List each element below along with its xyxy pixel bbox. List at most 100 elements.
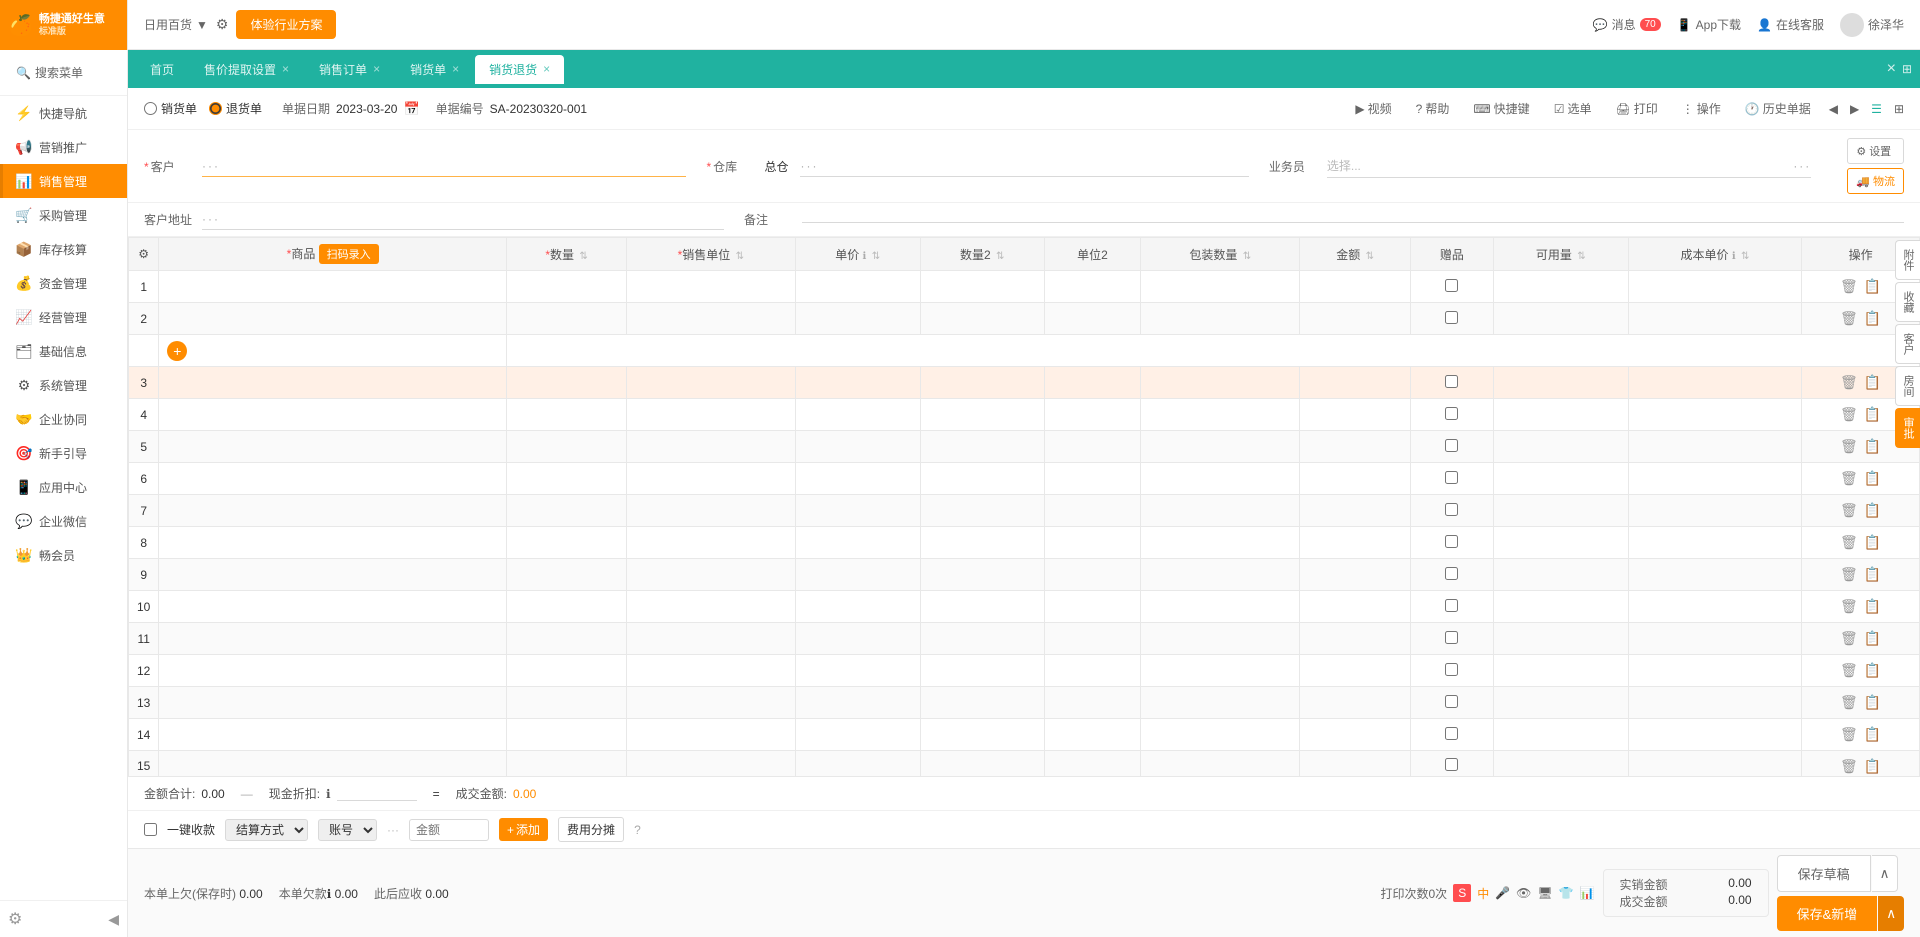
- cell-unit2-11[interactable]: [1044, 623, 1140, 655]
- grid-view-icon[interactable]: ⊞: [1894, 102, 1904, 116]
- cell-cost-12[interactable]: [1628, 655, 1802, 687]
- cell-price-13[interactable]: [795, 687, 920, 719]
- cell-product-3[interactable]: [159, 367, 507, 399]
- fee-split-button[interactable]: 费用分摊: [558, 817, 624, 842]
- cell-amount-4[interactable]: [1300, 399, 1411, 431]
- cost-info-icon[interactable]: ℹ: [1732, 251, 1736, 262]
- delete-row-5-icon[interactable]: 🗑: [1840, 438, 1858, 455]
- copy-row-15-icon[interactable]: 📋: [1864, 758, 1881, 775]
- logistics-button[interactable]: 🚚 物流: [1847, 168, 1904, 194]
- cell-unit-8[interactable]: [627, 527, 796, 559]
- toolbar-print[interactable]: 🖨 打印: [1609, 98, 1663, 119]
- amount-sort-icon[interactable]: ⇅: [1366, 251, 1374, 262]
- cell-unit2-3[interactable]: [1044, 367, 1140, 399]
- cell-price-15[interactable]: [795, 751, 920, 777]
- cell-unit2-9[interactable]: [1044, 559, 1140, 591]
- product-input-active[interactable]: [167, 376, 498, 390]
- cell-product-2[interactable]: [159, 303, 507, 335]
- delete-row-9-icon[interactable]: 🗑: [1840, 566, 1858, 583]
- nav-next-icon[interactable]: ▶: [1850, 102, 1859, 116]
- cell-cost-11[interactable]: [1628, 623, 1802, 655]
- cell-gift-8[interactable]: [1410, 527, 1493, 559]
- cell-qty-2[interactable]: [506, 303, 626, 335]
- note-input[interactable]: [802, 216, 1904, 223]
- copy-row-4-icon[interactable]: 📋: [1864, 406, 1881, 423]
- cell-product-8[interactable]: [159, 527, 507, 559]
- taskbar-icon-s[interactable]: S: [1453, 884, 1471, 902]
- cell-amount-1[interactable]: [1300, 271, 1411, 303]
- cell-gift-12[interactable]: [1410, 655, 1493, 687]
- cell-cost-13[interactable]: [1628, 687, 1802, 719]
- fee-help-icon[interactable]: ?: [634, 823, 641, 837]
- cell-cost-8[interactable]: [1628, 527, 1802, 559]
- toolbar-operate[interactable]: ⋮ 操作: [1676, 98, 1727, 119]
- cell-product-9[interactable]: [159, 559, 507, 591]
- cell-pack-13[interactable]: [1141, 687, 1300, 719]
- cell-gift-9[interactable]: [1410, 559, 1493, 591]
- gift-checkbox-3[interactable]: [1445, 375, 1458, 388]
- cell-product-15[interactable]: [159, 751, 507, 777]
- cell-available-12[interactable]: [1493, 655, 1628, 687]
- cell-qty2-3[interactable]: [920, 367, 1044, 399]
- cell-qty2-9[interactable]: [920, 559, 1044, 591]
- cell-cost-14[interactable]: [1628, 719, 1802, 751]
- cell-amount-14[interactable]: [1300, 719, 1411, 751]
- copy-row-2-icon[interactable]: 📋: [1864, 310, 1881, 327]
- staff-input[interactable]: 选择... ···: [1327, 154, 1811, 178]
- cell-gift-3[interactable]: [1410, 367, 1493, 399]
- copy-row-10-icon[interactable]: 📋: [1864, 598, 1881, 615]
- account-select[interactable]: 账号: [318, 819, 377, 841]
- calendar-icon[interactable]: 📅: [403, 101, 419, 117]
- sidebar-item-wechat[interactable]: 💬 企业微信: [0, 504, 127, 538]
- nav-dropdown[interactable]: 日用百货 ▼: [144, 16, 208, 33]
- cell-pack-7[interactable]: [1141, 495, 1300, 527]
- cell-price-9[interactable]: [795, 559, 920, 591]
- cell-unit-4[interactable]: [627, 399, 796, 431]
- cell-unit2-12[interactable]: [1044, 655, 1140, 687]
- cell-unit2-8[interactable]: [1044, 527, 1140, 559]
- delete-row-12-icon[interactable]: 🗑: [1840, 662, 1858, 679]
- discount-info-icon[interactable]: ℹ: [326, 787, 331, 801]
- gift-checkbox-8[interactable]: [1445, 535, 1458, 548]
- cell-amount-8[interactable]: [1300, 527, 1411, 559]
- cell-qty2-12[interactable]: [920, 655, 1044, 687]
- cell-qty2-8[interactable]: [920, 527, 1044, 559]
- cell-cost-3[interactable]: [1628, 367, 1802, 399]
- approve-panel-btn[interactable]: 审批: [1895, 408, 1920, 448]
- cell-unit2-10[interactable]: [1044, 591, 1140, 623]
- cell-qty-7[interactable]: [506, 495, 626, 527]
- cell-pack-3[interactable]: [1141, 367, 1300, 399]
- radio-sale-out[interactable]: 销货单: [144, 100, 197, 117]
- delete-row-4-icon[interactable]: 🗑: [1840, 406, 1858, 423]
- cell-qty-13[interactable]: [506, 687, 626, 719]
- cell-qty2-7[interactable]: [920, 495, 1044, 527]
- sidebar-item-member[interactable]: 👑 畅会员: [0, 538, 127, 572]
- app-download-button[interactable]: 📱 App下载: [1677, 16, 1741, 33]
- tab-sale-order[interactable]: 销售订单 ×: [305, 55, 394, 84]
- cell-amount-10[interactable]: [1300, 591, 1411, 623]
- sidebar-item-enterprise[interactable]: 🤝 企业协同: [0, 402, 127, 436]
- cell-amount-5[interactable]: [1300, 431, 1411, 463]
- cell-pack-1[interactable]: [1141, 271, 1300, 303]
- cell-amount-7[interactable]: [1300, 495, 1411, 527]
- cell-qty-10[interactable]: [506, 591, 626, 623]
- gift-checkbox-2[interactable]: [1445, 311, 1458, 324]
- attachment-panel-btn[interactable]: 附件: [1895, 240, 1920, 280]
- toolbar-history[interactable]: 🕐 历史单据: [1739, 98, 1817, 119]
- copy-row-6-icon[interactable]: 📋: [1864, 470, 1881, 487]
- online-service-button[interactable]: 👤 在线客服: [1757, 16, 1824, 33]
- cell-amount-2[interactable]: [1300, 303, 1411, 335]
- cell-amount-3[interactable]: [1300, 367, 1411, 399]
- taskbar-monitor-icon[interactable]: 🖥: [1537, 886, 1552, 900]
- gift-checkbox-1[interactable]: [1445, 279, 1458, 292]
- sidebar-item-purchase[interactable]: 🛒 采购管理: [0, 198, 127, 232]
- copy-row-11-icon[interactable]: 📋: [1864, 630, 1881, 647]
- cell-available-2[interactable]: [1493, 303, 1628, 335]
- cell-gift-4[interactable]: [1410, 399, 1493, 431]
- cell-price-12[interactable]: [795, 655, 920, 687]
- cell-pack-2[interactable]: [1141, 303, 1300, 335]
- cell-unit-15[interactable]: [627, 751, 796, 777]
- cell-unit-11[interactable]: [627, 623, 796, 655]
- cell-unit-6[interactable]: [627, 463, 796, 495]
- cell-qty2-11[interactable]: [920, 623, 1044, 655]
